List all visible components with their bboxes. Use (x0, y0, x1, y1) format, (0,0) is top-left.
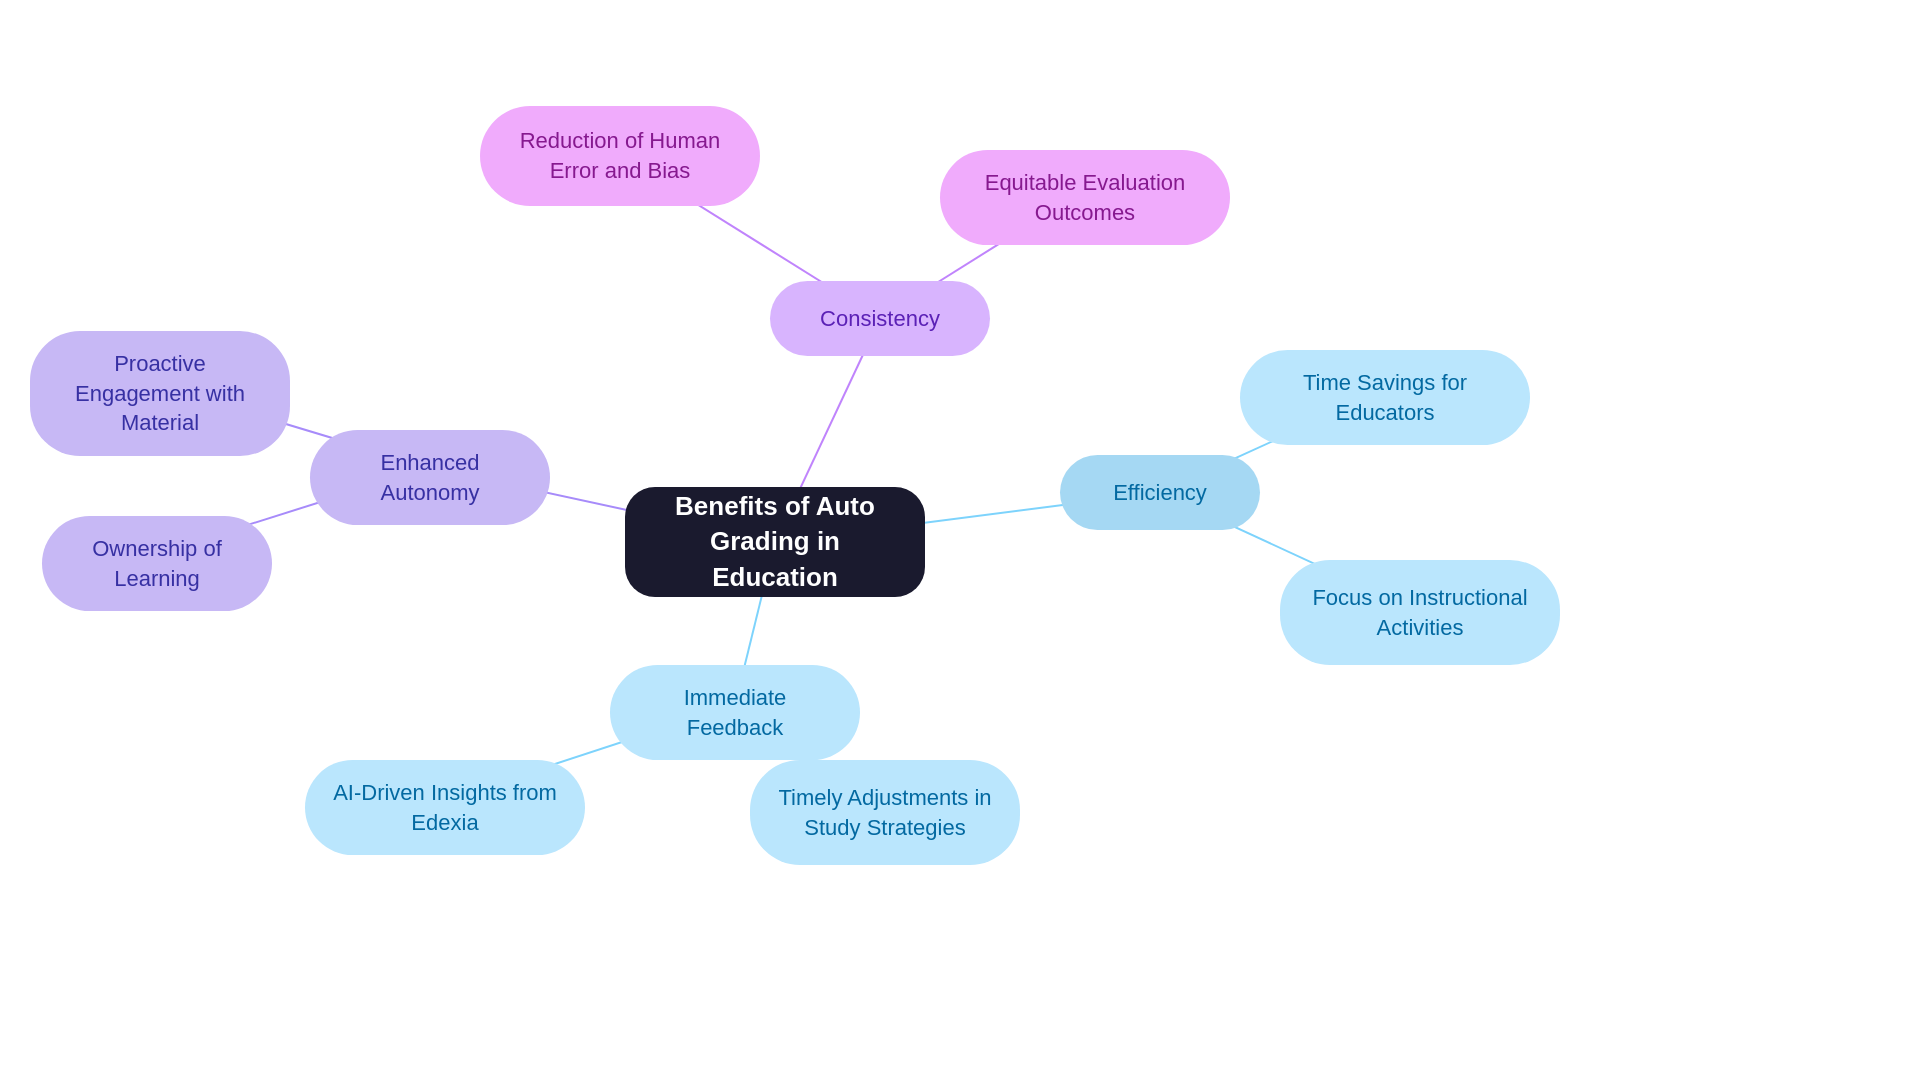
node-immediateFeedback: Immediate Feedback (610, 665, 860, 760)
node-enhancedAutonomy: Enhanced Autonomy (310, 430, 550, 525)
node-timeSavings: Time Savings for Educators (1240, 350, 1530, 445)
node-efficiency: Efficiency (1060, 455, 1260, 530)
node-aiDriven: AI-Driven Insights from Edexia (305, 760, 585, 855)
node-equitable: Equitable Evaluation Outcomes (940, 150, 1230, 245)
node-timelyAdjustments: Timely Adjustments in Study Strategies (750, 760, 1020, 865)
node-center: Benefits of Auto Grading in Education (625, 487, 925, 597)
node-proactiveEngagement: Proactive Engagement with Material (30, 331, 290, 456)
node-ownershipLearning: Ownership of Learning (42, 516, 272, 611)
node-consistency: Consistency (770, 281, 990, 356)
node-focusInstructional: Focus on Instructional Activities (1280, 560, 1560, 665)
node-reductionError: Reduction of Human Error and Bias (480, 106, 760, 206)
